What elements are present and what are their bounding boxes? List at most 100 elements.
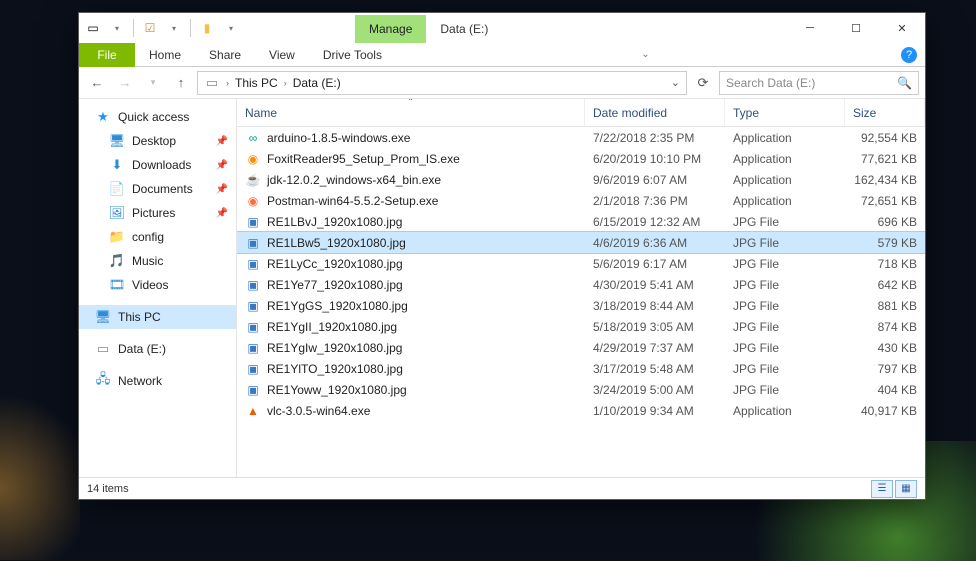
file-size: 162,434 KB [845, 173, 925, 187]
ribbon-tab-drive-tools[interactable]: Drive Tools [309, 43, 396, 67]
contextual-tab-manage[interactable]: Manage [355, 15, 426, 43]
up-button[interactable]: ↑ [169, 71, 193, 95]
file-icon: ▣ [245, 277, 261, 293]
music-icon: 🎵 [109, 253, 125, 269]
nav-pinned-desktop[interactable]: 🖥 Desktop 📌 [79, 129, 236, 153]
file-size: 92,554 KB [845, 131, 925, 145]
nav-quick-access[interactable]: ★ Quick access [79, 105, 236, 129]
file-row[interactable]: ▣ RE1YgII_1920x1080.jpg 5/18/2019 3:05 A… [237, 316, 925, 337]
details-view-button[interactable]: ☰ [871, 480, 893, 498]
this-pc-label: This PC [118, 310, 161, 324]
titlebar: ▭ ▾ ☑ ▾ ▮ ▾ Manage Data (E:) ─ ☐ ✕ [79, 13, 925, 43]
nav-pinned-downloads[interactable]: ⬇ Downloads 📌 [79, 153, 236, 177]
nav-this-pc[interactable]: 🖥 This PC [79, 305, 236, 329]
file-row[interactable]: ▣ RE1LyCc_1920x1080.jpg 5/6/2019 6:17 AM… [237, 253, 925, 274]
minimize-button[interactable]: ─ [787, 13, 833, 43]
icons-view-button[interactable]: ▦ [895, 480, 917, 498]
column-type[interactable]: Type [725, 99, 845, 126]
column-name[interactable]: ⌃ Name [237, 99, 585, 126]
qat-dropdown-2-icon[interactable]: ▾ [164, 18, 184, 38]
file-date: 5/18/2019 3:05 AM [585, 320, 725, 334]
nav-pinned-documents[interactable]: 📄 Documents 📌 [79, 177, 236, 201]
file-name: arduino-1.8.5-windows.exe [267, 131, 410, 145]
chevron-right-icon[interactable]: › [226, 78, 229, 88]
nav-network[interactable]: 🖧 Network [79, 369, 236, 393]
file-name: jdk-12.0.2_windows-x64_bin.exe [267, 173, 441, 187]
drive-icon: ▭ [83, 18, 103, 38]
file-date: 7/22/2018 2:35 PM [585, 131, 725, 145]
file-row[interactable]: ◉ Postman-win64-5.5.2-Setup.exe 2/1/2018… [237, 190, 925, 211]
file-row[interactable]: ∞ arduino-1.8.5-windows.exe 7/22/2018 2:… [237, 127, 925, 148]
address-dropdown-icon[interactable]: ⌄ [671, 76, 680, 89]
properties-icon[interactable]: ☑ [140, 18, 160, 38]
file-name: RE1YgII_1920x1080.jpg [267, 320, 397, 334]
file-date: 4/30/2019 5:41 AM [585, 278, 725, 292]
ribbon-tab-view[interactable]: View [255, 43, 309, 67]
explorer-window: ▭ ▾ ☑ ▾ ▮ ▾ Manage Data (E:) ─ ☐ ✕ File … [78, 12, 926, 500]
file-date: 4/29/2019 7:37 AM [585, 341, 725, 355]
quick-access-label: Quick access [118, 110, 189, 124]
file-name: RE1YgGS_1920x1080.jpg [267, 299, 408, 313]
nav-item-label: Music [132, 254, 163, 268]
file-row[interactable]: ▣ RE1YgGS_1920x1080.jpg 3/18/2019 8:44 A… [237, 295, 925, 316]
file-icon: ∞ [245, 130, 261, 146]
chevron-right-icon[interactable]: › [284, 78, 287, 88]
nav-folder-videos[interactable]: 🎞 Videos [79, 273, 236, 297]
qat-dropdown-icon[interactable]: ▾ [107, 18, 127, 38]
refresh-button[interactable]: ⟳ [691, 71, 715, 95]
address-bar[interactable]: ▭ › This PC › Data (E:) ⌄ [197, 71, 687, 95]
file-type: JPG File [725, 383, 845, 397]
ribbon-tab-home[interactable]: Home [135, 43, 195, 67]
video-icon: 🎞 [109, 277, 125, 293]
drive-icon: ▭ [204, 75, 220, 91]
file-date: 2/1/2018 7:36 PM [585, 194, 725, 208]
file-row[interactable]: ▣ RE1LBw5_1920x1080.jpg 4/6/2019 6:36 AM… [237, 232, 925, 253]
folder-icon: 📁 [109, 229, 125, 245]
file-type: JPG File [725, 278, 845, 292]
file-row[interactable]: ◉ FoxitReader95_Setup_Prom_IS.exe 6/20/2… [237, 148, 925, 169]
nav-folder-config[interactable]: 📁 config [79, 225, 236, 249]
file-date: 3/18/2019 8:44 AM [585, 299, 725, 313]
file-row[interactable]: ☕ jdk-12.0.2_windows-x64_bin.exe 9/6/201… [237, 169, 925, 190]
column-date[interactable]: Date modified [585, 99, 725, 126]
file-row[interactable]: ▣ RE1Ye77_1920x1080.jpg 4/30/2019 5:41 A… [237, 274, 925, 295]
file-type: Application [725, 194, 845, 208]
file-menu[interactable]: File [79, 43, 135, 67]
help-icon[interactable]: ? [901, 47, 917, 63]
file-size: 718 KB [845, 257, 925, 271]
file-row[interactable]: ▣ RE1Yoww_1920x1080.jpg 3/24/2019 5:00 A… [237, 379, 925, 400]
file-date: 5/6/2019 6:17 AM [585, 257, 725, 271]
file-row[interactable]: ▣ RE1YlTO_1920x1080.jpg 3/17/2019 5:48 A… [237, 358, 925, 379]
qat-menu-icon[interactable]: ▾ [221, 18, 241, 38]
ribbon-tab-share[interactable]: Share [195, 43, 255, 67]
file-type: JPG File [725, 236, 845, 250]
new-folder-icon[interactable]: ▮ [197, 18, 217, 38]
breadcrumb-data-e[interactable]: Data (E:) [293, 76, 341, 90]
recent-locations-icon[interactable]: ▾ [141, 71, 165, 95]
breadcrumb-this-pc[interactable]: This PC [235, 76, 278, 90]
file-row[interactable]: ▣ RE1LBvJ_1920x1080.jpg 6/15/2019 12:32 … [237, 211, 925, 232]
nav-folder-music[interactable]: 🎵 Music [79, 249, 236, 273]
collapse-ribbon-icon[interactable]: ⌄ [641, 49, 649, 60]
file-row[interactable]: ▣ RE1YgIw_1920x1080.jpg 4/29/2019 7:37 A… [237, 337, 925, 358]
forward-button[interactable]: → [113, 71, 137, 95]
file-name: RE1LBw5_1920x1080.jpg [267, 236, 406, 250]
file-name: vlc-3.0.5-win64.exe [267, 404, 370, 418]
file-type: Application [725, 173, 845, 187]
search-input[interactable]: Search Data (E:) 🔍 [719, 71, 919, 95]
file-icon: ▣ [245, 256, 261, 272]
close-button[interactable]: ✕ [879, 13, 925, 43]
pin-icon: 📌 [216, 136, 228, 147]
search-placeholder: Search Data (E:) [726, 76, 815, 90]
file-icon: ◉ [245, 193, 261, 209]
file-list[interactable]: ⌃ Name Date modified Type Size ∞ arduino… [237, 99, 925, 477]
file-name: RE1LyCc_1920x1080.jpg [267, 257, 403, 271]
back-button[interactable]: ← [85, 71, 109, 95]
pin-icon: 📌 [216, 208, 228, 219]
column-size[interactable]: Size [845, 99, 925, 126]
file-row[interactable]: ▲ vlc-3.0.5-win64.exe 1/10/2019 9:34 AM … [237, 400, 925, 421]
nav-pinned-pictures[interactable]: 🖼 Pictures 📌 [79, 201, 236, 225]
search-icon[interactable]: 🔍 [897, 76, 912, 90]
maximize-button[interactable]: ☐ [833, 13, 879, 43]
nav-drive[interactable]: ▭ Data (E:) [79, 337, 236, 361]
